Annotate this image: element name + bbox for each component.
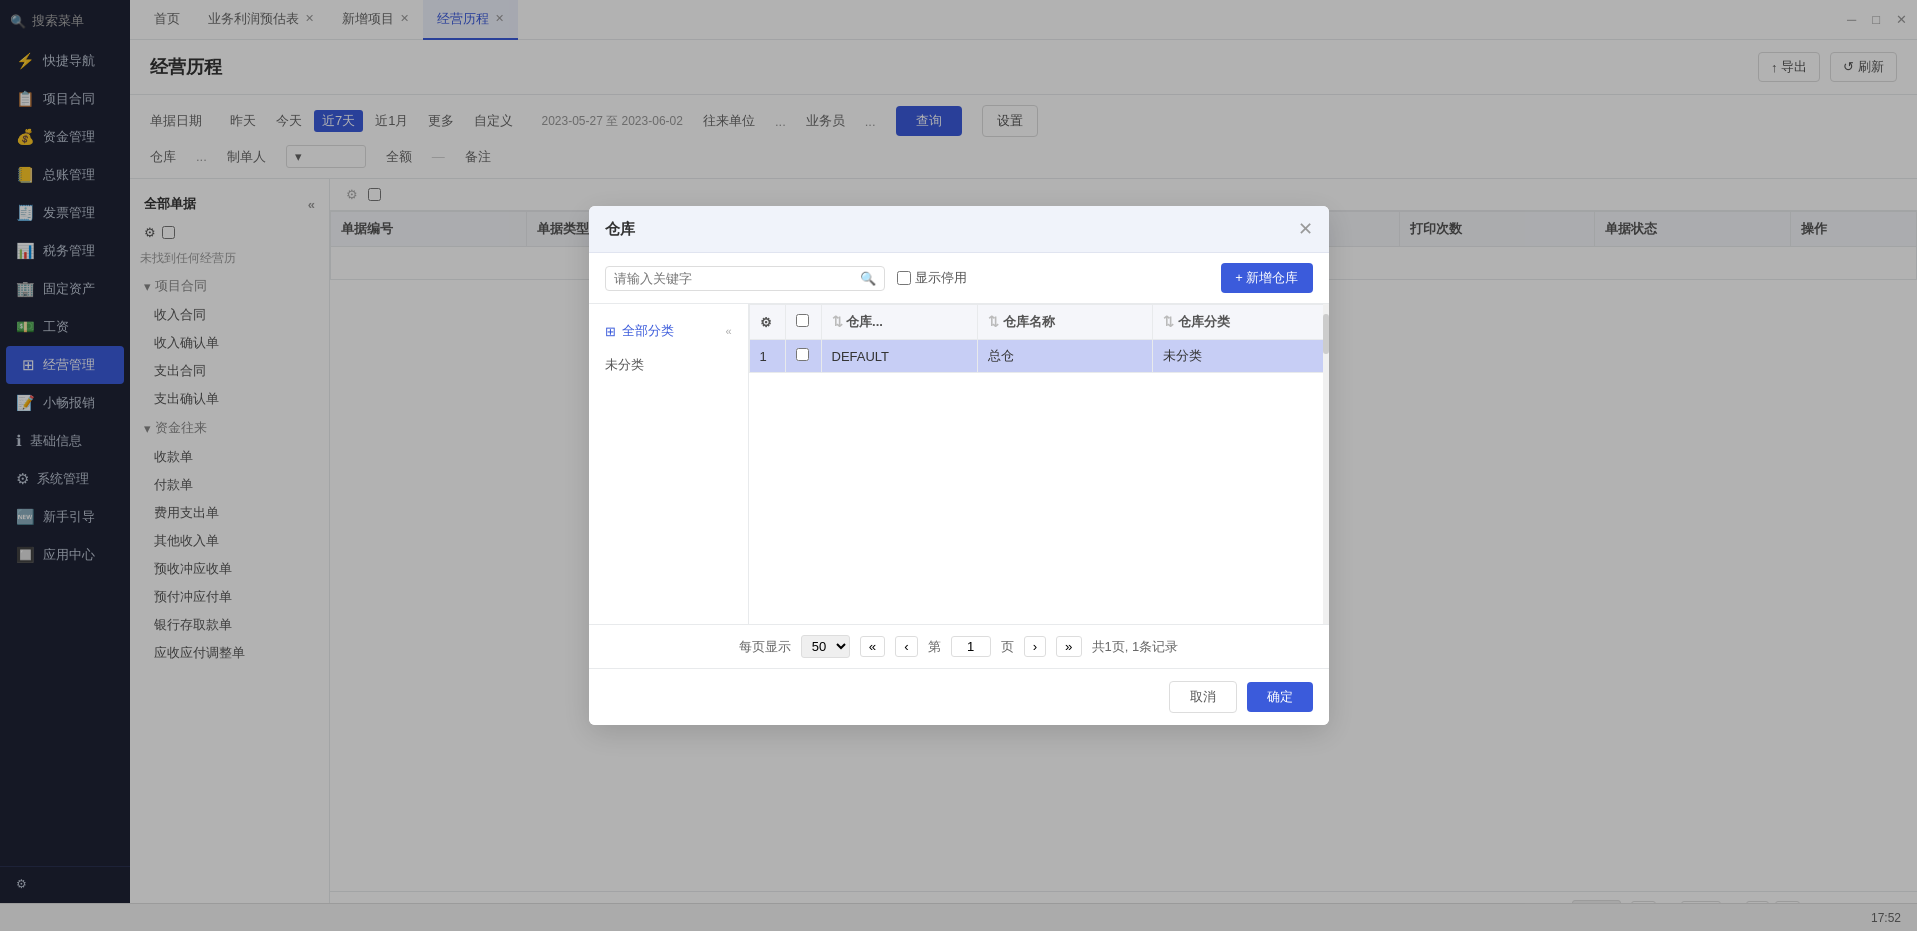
modal-row-category: 未分类: [1153, 340, 1328, 373]
add-warehouse-btn[interactable]: + 新增仓库: [1221, 263, 1312, 293]
modal-search-icon: 🔍: [860, 271, 876, 286]
modal-left-all-icon: ⊞: [605, 324, 616, 339]
modal-cancel-btn[interactable]: 取消: [1169, 681, 1237, 713]
modal-left-uncategorized-label: 未分类: [605, 356, 644, 374]
modal-title: 仓库: [605, 220, 635, 239]
modal-close-btn[interactable]: ✕: [1298, 218, 1313, 240]
modal-row-checkbox-input[interactable]: [796, 348, 809, 361]
modal-table-row[interactable]: 1 DEFAULT 总仓 未分类: [749, 340, 1328, 373]
modal-per-page-label: 每页显示: [739, 638, 791, 656]
modal-prev-btn[interactable]: ‹: [895, 636, 917, 657]
modal-gear-icon[interactable]: ⚙: [760, 315, 772, 330]
modal-col-settings: ⚙: [749, 305, 785, 340]
modal-page-label: 第: [928, 638, 941, 656]
modal-right-panel: ⚙ ⇅ 仓库... ⇅ 仓库名称: [749, 304, 1329, 624]
modal-last-btn[interactable]: »: [1056, 636, 1081, 657]
modal-row-checkbox: [785, 340, 821, 373]
modal-scrollbar-thumb[interactable]: [1323, 314, 1329, 354]
modal-search-box: 🔍: [605, 266, 885, 291]
modal-page-suffix: 页: [1001, 638, 1014, 656]
modal-left-uncategorized[interactable]: 未分类: [589, 348, 748, 382]
modal-col-category: ⇅ 仓库分类: [1153, 305, 1328, 340]
modal-total-info: 共1页, 1条记录: [1092, 638, 1179, 656]
modal-row-code: DEFAULT: [821, 340, 978, 373]
modal-collapse-icon[interactable]: «: [725, 325, 731, 337]
modal-col-name: ⇅ 仓库名称: [978, 305, 1153, 340]
modal-next-btn[interactable]: ›: [1024, 636, 1046, 657]
modal-toolbar: 🔍 显示停用 + 新增仓库: [589, 253, 1329, 304]
modal-left-all[interactable]: ⊞ 全部分类 «: [589, 314, 748, 348]
modal-footer: 取消 确定: [589, 668, 1329, 725]
modal-search-input[interactable]: [614, 271, 854, 286]
show-disabled-text: 显示停用: [915, 269, 967, 287]
show-disabled-label: 显示停用: [897, 269, 967, 287]
sort-icon-cat: ⇅: [1163, 314, 1174, 329]
sort-icon: ⇅: [832, 314, 843, 329]
modal-scrollbar-track: [1323, 304, 1329, 624]
modal-pagination: 每页显示 50 « ‹ 第 页 › » 共1页, 1条记录: [589, 624, 1329, 668]
modal-header: 仓库 ✕: [589, 206, 1329, 253]
modal-overlay: 仓库 ✕ 🔍 显示停用 + 新增仓库 ⊞ 全部分类 «: [0, 0, 1917, 931]
modal-table: ⚙ ⇅ 仓库... ⇅ 仓库名称: [749, 304, 1329, 373]
modal-content-area: ⊞ 全部分类 « 未分类 ⚙: [589, 304, 1329, 624]
modal-left-panel: ⊞ 全部分类 « 未分类: [589, 304, 749, 624]
modal-per-page-select[interactable]: 50: [801, 635, 850, 658]
modal-left-all-label: 全部分类: [622, 322, 674, 340]
modal-col-checkbox: [785, 305, 821, 340]
warehouse-modal: 仓库 ✕ 🔍 显示停用 + 新增仓库 ⊞ 全部分类 «: [589, 206, 1329, 725]
modal-select-all-checkbox[interactable]: [796, 314, 809, 327]
modal-col-code: ⇅ 仓库...: [821, 305, 978, 340]
sort-icon-name: ⇅: [988, 314, 999, 329]
modal-row-settings: 1: [749, 340, 785, 373]
modal-row-name: 总仓: [978, 340, 1153, 373]
show-disabled-checkbox[interactable]: [897, 271, 911, 285]
modal-page-input[interactable]: [951, 636, 991, 657]
modal-confirm-btn[interactable]: 确定: [1247, 682, 1313, 712]
modal-first-btn[interactable]: «: [860, 636, 885, 657]
